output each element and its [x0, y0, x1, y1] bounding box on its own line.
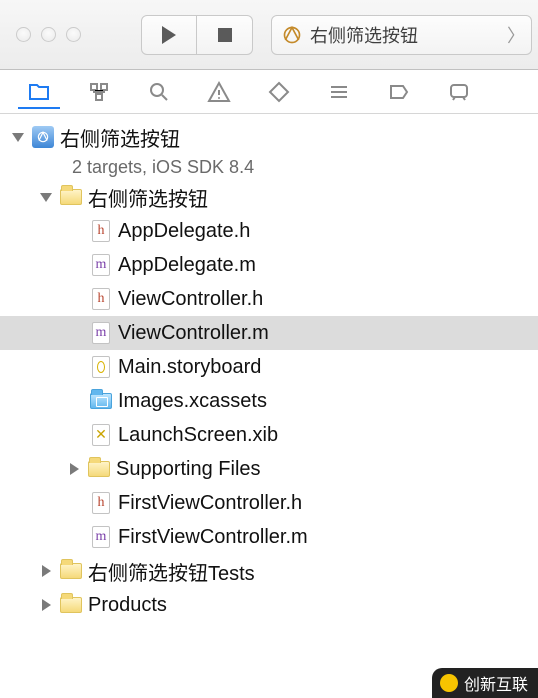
close-window-icon[interactable]	[16, 27, 31, 42]
assets-folder-icon	[90, 390, 112, 412]
group-row[interactable]: 右侧筛选按钮	[0, 180, 538, 214]
group-name: Products	[88, 594, 167, 617]
watermark-icon	[440, 674, 458, 692]
chevron-right-icon: 〉	[507, 22, 525, 48]
disclosure-triangle[interactable]	[10, 129, 26, 145]
disclosure-triangle[interactable]	[38, 563, 54, 579]
file-name: LaunchScreen.xib	[118, 424, 278, 447]
file-row[interactable]: ✕ LaunchScreen.xib	[0, 418, 538, 452]
group-row[interactable]: Supporting Files	[0, 452, 538, 486]
file-name: FirstViewController.h	[118, 492, 302, 515]
title-bar: 右侧筛选按钮 〉	[0, 0, 538, 70]
report-navigator-tab[interactable]	[438, 75, 480, 109]
test-navigator-tab[interactable]	[258, 75, 300, 109]
symbol-navigator-tab[interactable]	[78, 75, 120, 109]
group-name: 右侧筛选按钮	[88, 183, 208, 212]
group-row[interactable]: Products	[0, 588, 538, 622]
folder-icon	[88, 458, 110, 480]
project-navigator: 右侧筛选按钮 2 targets, iOS SDK 8.4 右侧筛选按钮 h A…	[0, 114, 538, 622]
file-row[interactable]: m FirstViewController.m	[0, 520, 538, 554]
disclosure-triangle[interactable]	[66, 461, 82, 477]
app-icon	[282, 25, 302, 45]
stop-button[interactable]	[197, 15, 253, 55]
header-file-icon: h	[90, 288, 112, 310]
header-file-icon: h	[90, 220, 112, 242]
run-controls	[141, 15, 253, 55]
folder-icon	[60, 560, 82, 582]
file-name: Images.xcassets	[118, 390, 267, 413]
window-traffic-lights	[16, 27, 81, 42]
file-row[interactable]: m ViewController.m	[0, 316, 538, 350]
impl-file-icon: m	[90, 322, 112, 344]
file-name: ViewController.h	[118, 288, 263, 311]
issue-navigator-tab[interactable]	[198, 75, 240, 109]
disclosure-triangle[interactable]	[38, 189, 54, 205]
storyboard-file-icon	[90, 356, 112, 378]
file-row[interactable]: m AppDelegate.m	[0, 248, 538, 282]
zoom-window-icon[interactable]	[66, 27, 81, 42]
breakpoint-navigator-tab[interactable]	[378, 75, 420, 109]
project-row[interactable]: 右侧筛选按钮	[0, 120, 538, 154]
group-name: Supporting Files	[116, 458, 261, 481]
file-name: FirstViewController.m	[118, 526, 308, 549]
project-name: 右侧筛选按钮	[60, 123, 180, 152]
impl-file-icon: m	[90, 526, 112, 548]
file-name: Main.storyboard	[118, 356, 261, 379]
run-button[interactable]	[141, 15, 197, 55]
minimize-window-icon[interactable]	[41, 27, 56, 42]
watermark-text: 创新互联	[464, 671, 528, 695]
file-name: AppDelegate.m	[118, 254, 256, 277]
project-subtitle: 2 targets, iOS SDK 8.4	[72, 157, 254, 178]
play-icon	[162, 26, 176, 44]
navigator-filter-bar	[0, 70, 538, 114]
impl-file-icon: m	[90, 254, 112, 276]
scheme-selector[interactable]: 右侧筛选按钮 〉	[271, 15, 532, 55]
project-navigator-tab[interactable]	[18, 75, 60, 109]
folder-icon	[60, 186, 82, 208]
file-row[interactable]: h ViewController.h	[0, 282, 538, 316]
find-navigator-tab[interactable]	[138, 75, 180, 109]
file-row[interactable]: h AppDelegate.h	[0, 214, 538, 248]
file-name: ViewController.m	[118, 322, 269, 345]
stop-icon	[218, 28, 232, 42]
debug-navigator-tab[interactable]	[318, 75, 360, 109]
xib-file-icon: ✕	[90, 424, 112, 446]
header-file-icon: h	[90, 492, 112, 514]
watermark: 创新互联	[432, 668, 538, 698]
project-subtitle-row: 2 targets, iOS SDK 8.4	[0, 154, 538, 180]
project-icon	[32, 126, 54, 148]
file-row[interactable]: Main.storyboard	[0, 350, 538, 384]
group-row[interactable]: 右侧筛选按钮Tests	[0, 554, 538, 588]
file-name: AppDelegate.h	[118, 220, 250, 243]
folder-icon	[60, 594, 82, 616]
scheme-label: 右侧筛选按钮	[310, 22, 418, 48]
file-row[interactable]: Images.xcassets	[0, 384, 538, 418]
disclosure-triangle[interactable]	[38, 597, 54, 613]
group-name: 右侧筛选按钮Tests	[88, 557, 255, 586]
file-row[interactable]: h FirstViewController.h	[0, 486, 538, 520]
